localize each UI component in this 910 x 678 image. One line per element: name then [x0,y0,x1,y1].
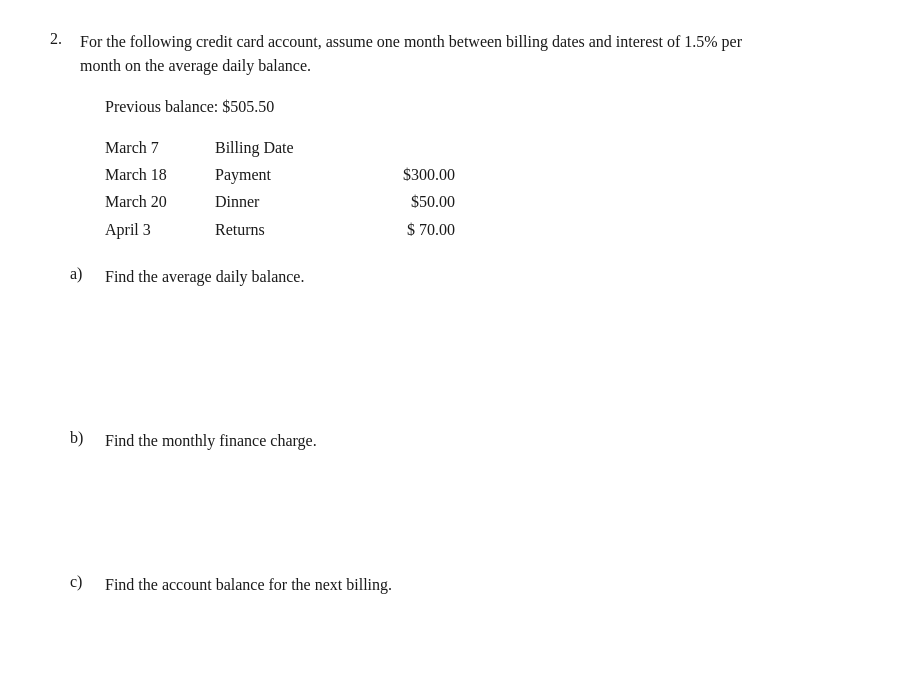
sub-label-b: b) [70,429,105,447]
date-cell: March 20 [105,188,215,215]
sub-text-a: Find the average daily balance. [105,265,304,289]
problem-line2: month on the average daily balance. [80,57,311,74]
problem-number: 2. [50,30,80,48]
problem-container: 2. For the following credit card account… [50,30,860,597]
table-row: March 20 Dinner $50.00 [105,188,860,215]
sub-question-c: c) Find the account balance for the next… [70,573,860,597]
table-row: March 18 Payment $300.00 [105,161,860,188]
problem-description: For the following credit card account, a… [80,30,742,78]
sub-label-a: a) [70,265,105,283]
description-cell: Returns [215,216,355,243]
date-cell: April 3 [105,216,215,243]
sub-text-c: Find the account balance for the next bi… [105,573,392,597]
description-cell: Payment [215,161,355,188]
date-cell: March 18 [105,161,215,188]
table-row: April 3 Returns $ 70.00 [105,216,860,243]
sub-label-c: c) [70,573,105,591]
previous-balance: Previous balance: $505.50 [105,98,860,116]
sub-text-b: Find the monthly finance charge. [105,429,317,453]
date-cell: March 7 [105,134,215,161]
amount-cell: $300.00 [355,161,455,188]
problem-line1: For the following credit card account, a… [80,33,742,50]
amount-cell: $50.00 [355,188,455,215]
sub-question-b: b) Find the monthly finance charge. [70,429,860,453]
description-cell: Billing Date [215,134,355,161]
problem-header: 2. For the following credit card account… [50,30,860,78]
transactions-table: March 7 Billing Date March 18 Payment $3… [105,134,860,243]
amount-cell: $ 70.00 [355,216,455,243]
sub-question-a: a) Find the average daily balance. [70,265,860,289]
table-row: March 7 Billing Date [105,134,860,161]
description-cell: Dinner [215,188,355,215]
